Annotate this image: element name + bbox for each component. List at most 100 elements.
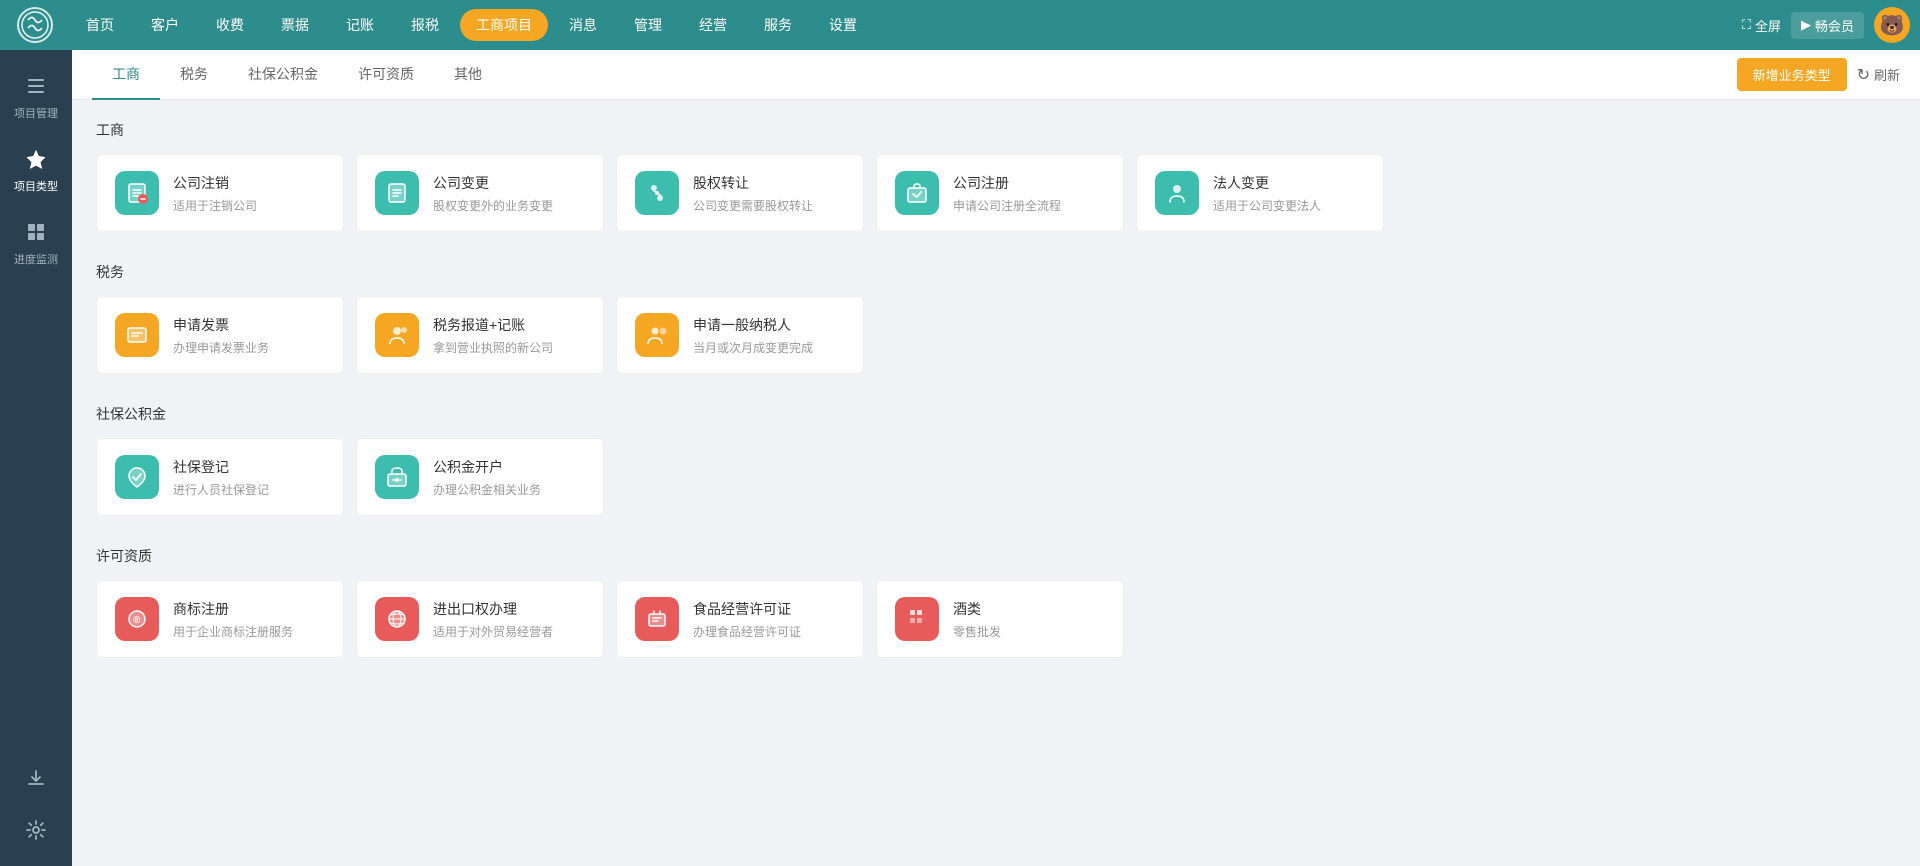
card-desc-trademark: 用于企业商标注册服务 — [173, 623, 325, 640]
section-title-tax: 税务 — [96, 262, 1896, 282]
card-icon-import-export — [375, 597, 419, 641]
nav-service[interactable]: 服务 — [748, 9, 808, 41]
refresh-icon: ↻ — [1857, 65, 1870, 85]
sidebar-download[interactable] — [0, 752, 72, 804]
card-icon-food-license — [635, 597, 679, 641]
card-general-taxpayer[interactable]: 申请一般纳税人 当月或次月成变更完成 — [616, 296, 864, 374]
scroll-content[interactable]: 工商 公司注销 适用于注销公 — [72, 100, 1920, 866]
nav-operation[interactable]: 经营 — [683, 9, 743, 41]
nav-accounting[interactable]: 记账 — [330, 9, 390, 41]
card-name-company-cancel: 公司注销 — [173, 173, 325, 193]
tab-social-insurance[interactable]: 社保公积金 — [228, 50, 338, 100]
card-provident-fund[interactable]: 公积金开户 办理公积金相关业务 — [356, 438, 604, 516]
card-desc-social-register: 进行人员社保登记 — [173, 481, 325, 498]
card-icon-tax-accounting — [375, 313, 419, 357]
nav-message[interactable]: 消息 — [553, 9, 613, 41]
cards-grid-business: 公司注销 适用于注销公司 公司变更 股 — [96, 154, 1896, 232]
nav-fees[interactable]: 收费 — [200, 9, 260, 41]
card-desc-company-cancel: 适用于注销公司 — [173, 197, 325, 214]
nav-manage[interactable]: 管理 — [618, 9, 678, 41]
card-desc-alcohol: 零售批发 — [953, 623, 1105, 640]
card-desc-equity-transfer: 公司变更需要股权转让 — [693, 197, 845, 214]
grid-icon — [22, 218, 50, 246]
nav-home[interactable]: 首页 — [70, 9, 130, 41]
card-info-import-export: 进出口权办理 适用于对外贸易经营者 — [433, 599, 585, 640]
section-business: 工商 公司注销 适用于注销公 — [96, 120, 1896, 232]
card-company-register[interactable]: 公司注册 申请公司注册全流程 — [876, 154, 1124, 232]
refresh-button[interactable]: ↻ 刷新 — [1857, 65, 1900, 85]
new-type-button[interactable]: 新增业务类型 — [1737, 58, 1847, 91]
card-icon-legal-person-change — [1155, 171, 1199, 215]
nav-business[interactable]: 工商项目 — [460, 9, 548, 41]
card-info-apply-invoice: 申请发票 办理申请发票业务 — [173, 315, 325, 356]
tab-actions: 新增业务类型 ↻ 刷新 — [1737, 58, 1900, 91]
vip-label: 畅会员 — [1815, 16, 1854, 35]
card-icon-social-register — [115, 455, 159, 499]
nav-bills[interactable]: 票据 — [265, 9, 325, 41]
tab-tax[interactable]: 税务 — [160, 50, 228, 100]
card-food-license[interactable]: 食品经营许可证 办理食品经营许可证 — [616, 580, 864, 658]
nav-customer[interactable]: 客户 — [135, 9, 195, 41]
logo[interactable] — [10, 0, 60, 50]
sidebar-item-project-manage[interactable]: 项目管理 — [0, 60, 72, 133]
card-legal-person-change[interactable]: 法人变更 适用于公司变更法人 — [1136, 154, 1384, 232]
nav-settings[interactable]: 设置 — [813, 9, 873, 41]
left-sidebar: 项目管理 项目类型 进度监测 — [0, 50, 72, 866]
refresh-label: 刷新 — [1874, 65, 1900, 84]
vip-icon: ▶ — [1801, 17, 1811, 33]
nav-right: ⛶ 全屏 ▶ 畅会员 🐻 — [1742, 7, 1910, 43]
sidebar-item-project-type[interactable]: 项目类型 — [0, 133, 72, 206]
sidebar-label-project-type: 项目类型 — [14, 178, 58, 194]
card-name-equity-transfer: 股权转让 — [693, 173, 845, 193]
card-company-change[interactable]: 公司变更 股权变更外的业务变更 — [356, 154, 604, 232]
main-layout: 项目管理 项目类型 进度监测 — [0, 50, 1920, 866]
section-title-license: 许可资质 — [96, 546, 1896, 566]
card-name-alcohol: 酒类 — [953, 599, 1105, 619]
sidebar-item-progress[interactable]: 进度监测 — [0, 206, 72, 279]
fullscreen-button[interactable]: ⛶ 全屏 — [1742, 16, 1781, 35]
card-alcohol[interactable]: 酒类 零售批发 — [876, 580, 1124, 658]
card-desc-provident-fund: 办理公积金相关业务 — [433, 481, 585, 498]
card-social-register[interactable]: 社保登记 进行人员社保登记 — [96, 438, 344, 516]
card-import-export[interactable]: 进出口权办理 适用于对外贸易经营者 — [356, 580, 604, 658]
card-apply-invoice[interactable]: 申请发票 办理申请发票业务 — [96, 296, 344, 374]
card-name-company-register: 公司注册 — [953, 173, 1105, 193]
sidebar-settings[interactable] — [0, 804, 72, 856]
section-social-insurance: 社保公积金 社保登记 进行人员社保登记 — [96, 404, 1896, 516]
sidebar-bottom — [0, 752, 72, 866]
card-name-company-change: 公司变更 — [433, 173, 585, 193]
card-info-legal-person-change: 法人变更 适用于公司变更法人 — [1213, 173, 1365, 214]
card-trademark[interactable]: ® 商标注册 用于企业商标注册服务 — [96, 580, 344, 658]
tab-other[interactable]: 其他 — [434, 50, 502, 100]
card-info-equity-transfer: 股权转让 公司变更需要股权转让 — [693, 173, 845, 214]
card-icon-alcohol — [895, 597, 939, 641]
nav-tax-report[interactable]: 报税 — [395, 9, 455, 41]
card-name-general-taxpayer: 申请一般纳税人 — [693, 315, 845, 335]
card-tax-accounting[interactable]: 税务报道+记账 拿到营业执照的新公司 — [356, 296, 604, 374]
content-area: 工商 税务 社保公积金 许可资质 其他 新增业务类型 ↻ 刷新 工商 — [72, 50, 1920, 866]
card-equity-transfer[interactable]: 股权转让 公司变更需要股权转让 — [616, 154, 864, 232]
card-info-trademark: 商标注册 用于企业商标注册服务 — [173, 599, 325, 640]
mascot-icon[interactable]: 🐻 — [1874, 7, 1910, 43]
card-name-import-export: 进出口权办理 — [433, 599, 585, 619]
tab-business[interactable]: 工商 — [92, 50, 160, 100]
card-icon-equity-transfer — [635, 171, 679, 215]
card-info-social-register: 社保登记 进行人员社保登记 — [173, 457, 325, 498]
vip-button[interactable]: ▶ 畅会员 — [1791, 12, 1864, 39]
sidebar-label-project-manage: 项目管理 — [14, 105, 58, 121]
tab-license[interactable]: 许可资质 — [338, 50, 434, 100]
card-company-cancel[interactable]: 公司注销 适用于注销公司 — [96, 154, 344, 232]
cards-grid-social-insurance: 社保登记 进行人员社保登记 — [96, 438, 1896, 516]
card-info-company-change: 公司变更 股权变更外的业务变更 — [433, 173, 585, 214]
card-icon-provident-fund — [375, 455, 419, 499]
card-desc-general-taxpayer: 当月或次月成变更完成 — [693, 339, 845, 356]
card-icon-apply-invoice — [115, 313, 159, 357]
top-navigation: 首页 客户 收费 票据 记账 报税 工商项目 消息 管理 经营 服务 设置 ⛶ … — [0, 0, 1920, 50]
card-info-provident-fund: 公积金开户 办理公积金相关业务 — [433, 457, 585, 498]
card-name-food-license: 食品经营许可证 — [693, 599, 845, 619]
card-icon-company-change — [375, 171, 419, 215]
card-icon-company-cancel — [115, 171, 159, 215]
fullscreen-icon: ⛶ — [1742, 17, 1751, 33]
card-name-social-register: 社保登记 — [173, 457, 325, 477]
cards-grid-tax: 申请发票 办理申请发票业务 税务 — [96, 296, 1896, 374]
